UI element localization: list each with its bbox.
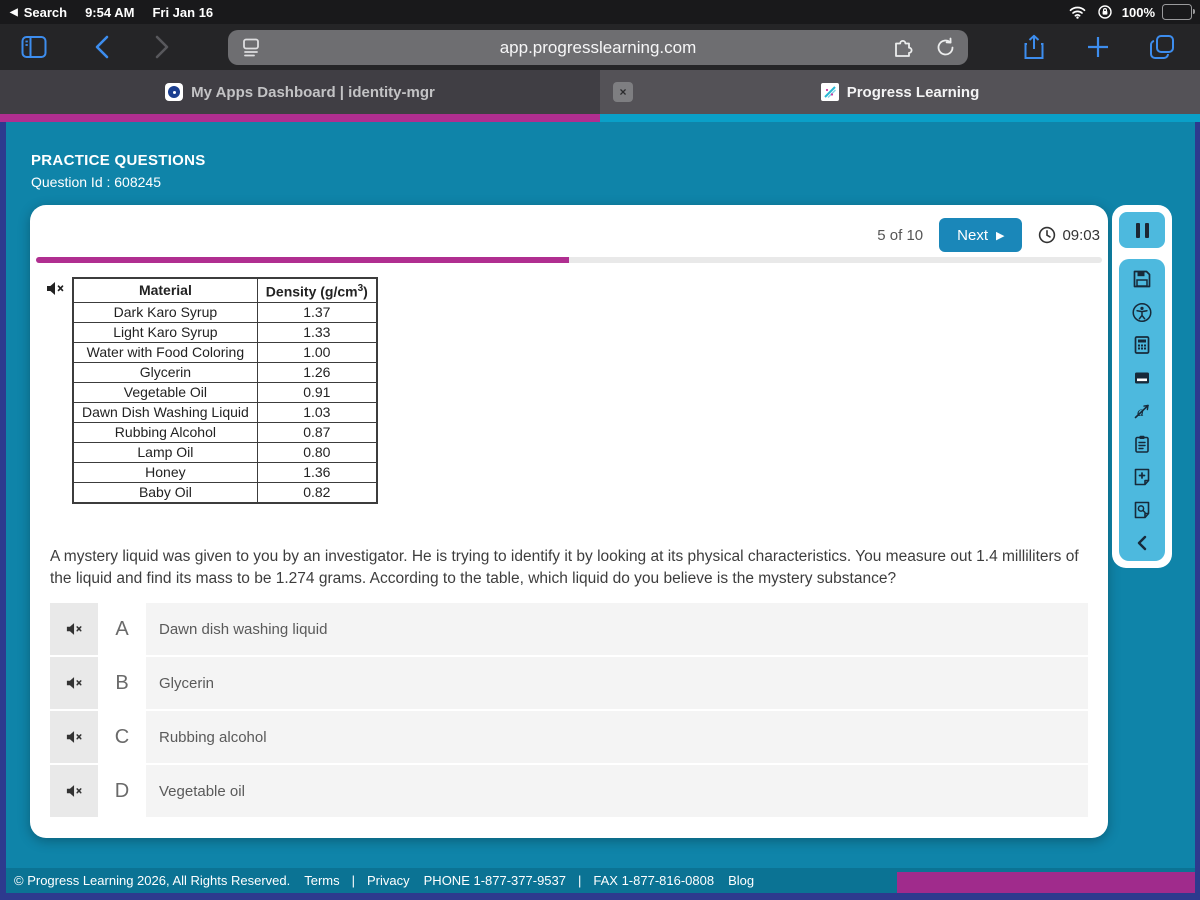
footer-magenta-block — [897, 872, 1195, 893]
tab-title: My Apps Dashboard | identity-mgr — [191, 83, 435, 101]
close-tab-icon[interactable]: × — [613, 82, 633, 102]
option-c[interactable]: C Rubbing alcohol — [50, 711, 1088, 763]
tool-rail: a — [1112, 205, 1172, 568]
table-row: Light Karo Syrup 1.33 — [72, 321, 378, 343]
extensions-icon[interactable] — [893, 37, 915, 58]
table-row: Honey 1.36 — [72, 461, 378, 483]
add-note-icon[interactable] — [1132, 467, 1152, 487]
density-table: Material Density (g/cm3) Dark Karo Syrup… — [72, 277, 378, 504]
mute-speaker-icon[interactable] — [50, 603, 98, 655]
battery-icon — [1162, 4, 1195, 20]
mute-speaker-icon[interactable] — [50, 657, 98, 709]
pause-button[interactable] — [1119, 212, 1165, 248]
mute-speaker-icon[interactable] — [46, 281, 65, 296]
option-letter: D — [98, 765, 146, 817]
mute-speaker-icon[interactable] — [50, 765, 98, 817]
address-bar[interactable]: app.progresslearning.com — [228, 30, 968, 65]
quiz-progress-fill — [36, 257, 569, 263]
date: Fri Jan 16 — [152, 4, 214, 20]
forward-icon[interactable] — [148, 33, 176, 61]
clock-time: 9:54 AM — [85, 4, 135, 20]
quiz-progress-bar — [36, 257, 1102, 263]
table-row: Rubbing Alcohol 0.87 — [72, 421, 378, 443]
accessibility-icon[interactable] — [1132, 302, 1152, 322]
back-to-search-label[interactable]: Search — [24, 5, 67, 20]
table-row: Dark Karo Syrup 1.37 — [72, 301, 378, 323]
option-text[interactable]: Vegetable oil — [146, 765, 1088, 817]
tab-bar: My Apps Dashboard | identity-mgr × Progr… — [0, 70, 1200, 114]
question-card: 5 of 10 Next ▶ 09:03 Material Density (g/ — [30, 205, 1108, 838]
mute-speaker-icon[interactable] — [50, 711, 98, 763]
play-arrow-icon: ▶ — [995, 229, 1005, 242]
footer-separator: | — [578, 873, 582, 888]
tab-title: Progress Learning — [846, 83, 980, 101]
identity-favicon — [165, 83, 184, 101]
option-a[interactable]: A Dawn dish washing liquid — [50, 603, 1088, 655]
page-layout-icon[interactable] — [241, 38, 261, 57]
bottom-navy-strip — [6, 893, 1195, 900]
option-text[interactable]: Dawn dish washing liquid — [146, 603, 1088, 655]
status-bar: ◀ Search 9:54 AM Fri Jan 16 100% — [0, 0, 1200, 24]
option-b[interactable]: B Glycerin — [50, 657, 1088, 709]
wifi-icon — [1068, 2, 1088, 22]
back-icon[interactable] — [88, 33, 116, 61]
new-tab-icon[interactable] — [1084, 33, 1112, 61]
question-id: Question Id : 608245 — [31, 174, 161, 190]
table-row: Lamp Oil 0.80 — [72, 441, 378, 463]
table-row: Dawn Dish Washing Liquid 1.03 — [72, 401, 378, 423]
page-title: PRACTICE QUESTIONS — [31, 152, 206, 169]
phone-text: PHONE 1-877-377-9537 — [423, 873, 566, 888]
table-row: Vegetable Oil 0.91 — [72, 381, 378, 403]
battery-percent: 100% — [1121, 4, 1155, 20]
tool-stack: a — [1119, 259, 1165, 561]
reload-icon[interactable] — [935, 37, 956, 58]
next-button[interactable]: Next ▶ — [939, 218, 1023, 252]
sidebar-toggle-icon[interactable] — [20, 33, 48, 61]
tabs-overview-icon[interactable] — [1148, 33, 1176, 61]
notepad-icon[interactable] — [1132, 434, 1152, 454]
url-text: app.progresslearning.com — [499, 37, 697, 57]
clock-icon — [1038, 226, 1056, 244]
timer-value: 09:03 — [1062, 226, 1100, 244]
option-text[interactable]: Glycerin — [146, 657, 1088, 709]
top-progress-fill — [0, 114, 600, 122]
scratchpad-icon[interactable] — [1132, 500, 1152, 520]
practice-page: PRACTICE QUESTIONS Question Id : 608245 … — [0, 122, 1200, 900]
col-density: Density (g/cm3) — [256, 277, 378, 303]
tab-progress-learning[interactable]: × Progress Learning — [600, 70, 1200, 114]
line-reader-icon[interactable] — [1132, 368, 1152, 388]
option-letter: B — [98, 657, 146, 709]
table-row: Glycerin 1.26 — [72, 361, 378, 383]
orientation-lock-icon — [1095, 2, 1115, 22]
question-counter: 5 of 10 — [877, 226, 924, 244]
answer-options: A Dawn dish washing liquid B Glycerin C … — [50, 603, 1088, 819]
col-material: Material — [72, 277, 258, 303]
option-letter: A — [98, 603, 146, 655]
fax-text: FAX 1-877-816-0808 — [593, 873, 715, 888]
browser-toolbar: app.progresslearning.com — [0, 24, 1200, 70]
back-to-search-icon[interactable]: ◀ — [10, 7, 18, 18]
top-progress-strip — [0, 114, 1200, 122]
share-icon[interactable] — [1020, 33, 1048, 61]
tab-my-apps-dashboard[interactable]: My Apps Dashboard | identity-mgr — [0, 70, 600, 114]
privacy-link[interactable]: Privacy — [367, 873, 410, 888]
table-row: Baby Oil 0.82 — [72, 481, 378, 504]
copyright-text: © Progress Learning 2026, All Rights Res… — [14, 873, 291, 888]
table-row: Water with Food Coloring 1.00 — [72, 341, 378, 363]
calculator-icon[interactable] — [1132, 335, 1152, 355]
option-d[interactable]: D Vegetable oil — [50, 765, 1088, 817]
option-letter: C — [98, 711, 146, 763]
footer-separator: | — [351, 873, 356, 888]
blog-link[interactable]: Blog — [728, 873, 754, 888]
collapse-icon[interactable] — [1132, 533, 1152, 553]
strikethrough-icon[interactable]: a — [1132, 401, 1152, 421]
question-text: A mystery liquid was given to you by an … — [50, 548, 1079, 587]
progress-learning-favicon — [820, 83, 839, 101]
terms-link[interactable]: Terms — [304, 873, 339, 888]
save-icon[interactable] — [1132, 269, 1152, 289]
option-text[interactable]: Rubbing alcohol — [146, 711, 1088, 763]
